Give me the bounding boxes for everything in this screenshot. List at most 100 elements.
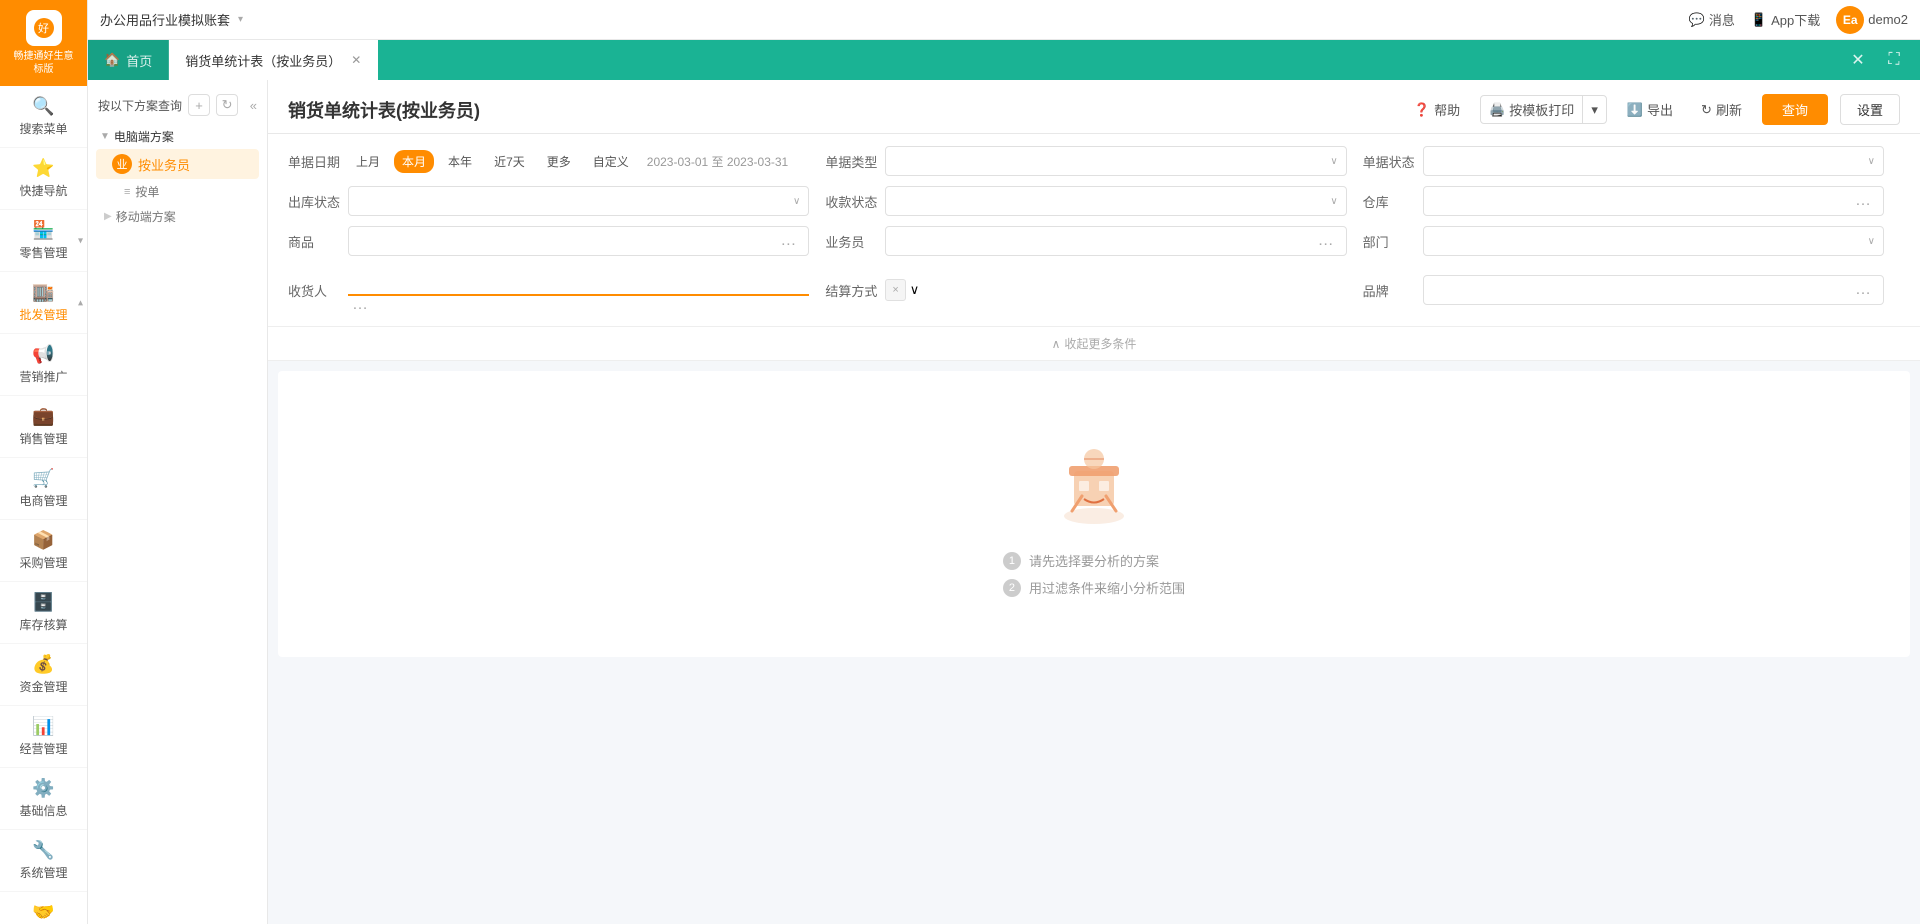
salesperson-label: 业务员 [825, 232, 877, 251]
date-tab-this-year[interactable]: 本年 [440, 150, 480, 173]
warehouse-select[interactable]: … [1423, 186, 1884, 216]
sidebar-item-ecommerce[interactable]: 🛒 电商管理 [0, 458, 87, 520]
message-label: 消息 [1709, 10, 1735, 29]
department-control: ∨ [1423, 226, 1884, 256]
print-btn-group: 🖨️ 按模板打印 ▾ [1480, 95, 1607, 124]
department-arrow: ∨ [1868, 236, 1875, 247]
left-panel: 按以下方案查询 + ↻ « ▼ 电脑端方案 业 按业务员 ≡ 按单 [88, 80, 268, 924]
date-tab-last-month[interactable]: 上月 [348, 150, 388, 173]
date-tab-custom[interactable]: 自定义 [585, 150, 637, 173]
help-btn[interactable]: ❓ 帮助 [1406, 96, 1468, 123]
goods-select[interactable]: … [348, 226, 809, 256]
fullscreen-btn[interactable]: ⛶ [1880, 46, 1908, 74]
goods-label: 商品 [288, 232, 340, 251]
add-scheme-btn[interactable]: + [188, 94, 210, 116]
consignee-label: 收货人 [288, 281, 340, 300]
warehouse-dots[interactable]: … [1851, 192, 1875, 210]
mobile-expand-icon: ▶ [104, 211, 112, 222]
outstatus-arrow: ∨ [793, 196, 800, 207]
chevron-down-icon: ▾ [78, 235, 83, 246]
sidebar-item-label: 搜索菜单 [19, 120, 67, 137]
sidebar-item-label: 电商管理 [19, 492, 67, 509]
salesperson-select[interactable]: … [885, 226, 1346, 256]
consignee-control: … [348, 266, 809, 314]
doctype-select[interactable]: ∨ [885, 146, 1346, 176]
sidebar-item-search[interactable]: 🔍 搜索菜单 [0, 86, 87, 148]
empty-state: 1 请先选择要分析的方案 2 用过滤条件来缩小分析范围 [278, 371, 1910, 657]
brand-select[interactable]: … [1423, 275, 1884, 305]
sidebar-item-marketing[interactable]: 📢 营销推广 [0, 334, 87, 396]
sidebar-item-finance[interactable]: 💰 资金管理 [0, 644, 87, 706]
left-panel-header: 按以下方案查询 + ↻ « [88, 90, 267, 124]
payment-tag-close[interactable]: × [892, 284, 898, 296]
sidebar-item-label: 销售管理 [19, 430, 67, 447]
export-btn[interactable]: ⬇️ 导出 [1619, 96, 1681, 123]
collapse-panel-btn[interactable]: « [250, 98, 257, 113]
filter-cell-brand: 品牌 … [1363, 275, 1900, 305]
query-btn[interactable]: 查询 [1762, 94, 1828, 125]
department-select[interactable]: ∨ [1423, 226, 1884, 256]
paystatus-select[interactable]: ∨ [885, 186, 1346, 216]
refresh-scheme-btn[interactable]: ↻ [216, 94, 238, 116]
expand-icon: ▼ [100, 131, 110, 142]
scheme-tree: ▼ 电脑端方案 业 按业务员 ≡ 按单 ▶ 移动端方案 [88, 124, 267, 229]
date-tab-this-month[interactable]: 本月 [394, 150, 434, 173]
home-icon: 🏠 [104, 52, 120, 68]
sidebar-item-label: 快捷导航 [19, 182, 67, 199]
sidebar-item-purchase[interactable]: 📦 采购管理 [0, 520, 87, 582]
close-all-tabs-btn[interactable]: ✕ [1844, 46, 1872, 74]
desktop-scheme-header[interactable]: ▼ 电脑端方案 [96, 124, 259, 149]
filter-cell-doctype: 单据类型 ∨ [825, 146, 1362, 176]
filter-cell-docstatus: 单据状态 ∨ [1363, 146, 1900, 176]
collapse-more-btn[interactable]: ∧ 收起更多条件 [1052, 335, 1137, 352]
refresh-label: 刷新 [1716, 100, 1742, 119]
phone-icon: 📱 [1751, 12, 1767, 28]
sidebar-item-inventory[interactable]: 🗄️ 库存核算 [0, 582, 87, 644]
payment-control: × ∨ [885, 279, 1346, 301]
date-tab-7days[interactable]: 近7天 [486, 150, 533, 173]
tab-close-icon[interactable]: ✕ [351, 53, 361, 67]
user-menu[interactable]: Ea demo2 [1836, 6, 1908, 34]
print-dropdown-btn[interactable]: ▾ [1583, 98, 1606, 122]
brand-dots[interactable]: … [1851, 281, 1875, 299]
company-dropdown-icon[interactable]: ▾ [238, 14, 243, 25]
page-title: 销货单统计表(按业务员) [288, 97, 480, 123]
sidebar-logo[interactable]: 好 畅捷通好生意 标版 [0, 0, 88, 86]
salesperson-dots[interactable]: … [1314, 232, 1338, 250]
payment-label: 结算方式 [825, 281, 877, 300]
filter-cell-outstatus: 出库状态 ∨ [288, 186, 825, 216]
tabs-right: ✕ ⛶ [1832, 46, 1920, 74]
tab-sales-stat[interactable]: 销货单统计表（按业务员） ✕ [169, 40, 378, 80]
scheme-by-order[interactable]: ≡ 按单 [96, 179, 259, 204]
sidebar-item-label: 采购管理 [19, 554, 67, 571]
sidebar-item-sales[interactable]: 💼 销售管理 [0, 396, 87, 458]
wholesale-icon: 🏬 [32, 282, 54, 303]
message-btn[interactable]: 💬 消息 [1689, 10, 1735, 29]
date-tab-more[interactable]: 更多 [539, 150, 579, 173]
sidebar-item-system[interactable]: 🔧 系统管理 [0, 830, 87, 892]
purchase-icon: 📦 [32, 530, 54, 551]
tab-home[interactable]: 🏠 首页 [88, 40, 169, 80]
company-name: 办公用品行业模拟账套 [100, 10, 230, 29]
mobile-scheme-header[interactable]: ▶ 移动端方案 [96, 204, 259, 229]
print-btn[interactable]: 🖨️ 按模板打印 [1481, 96, 1583, 123]
sidebar-item-label: 营销推广 [19, 368, 67, 385]
consignee-dots[interactable]: … [348, 296, 372, 313]
refresh-btn[interactable]: ↻ 刷新 [1693, 96, 1750, 123]
sidebar-item-wholesale[interactable]: 🏬 批发管理 ▴ [0, 272, 87, 334]
sidebar-item-retail[interactable]: 🏪 零售管理 ▾ [0, 210, 87, 272]
sidebar-item-shortcut[interactable]: ⭐ 快捷导航 [0, 148, 87, 210]
refresh-icon: ↻ [1701, 102, 1712, 118]
content-area: 按以下方案查询 + ↻ « ▼ 电脑端方案 业 按业务员 ≡ 按单 [88, 80, 1920, 924]
consignee-input[interactable] [348, 266, 809, 296]
sidebar-item-operation[interactable]: 📊 经营管理 [0, 706, 87, 768]
settings-btn[interactable]: 设置 [1840, 94, 1900, 125]
sidebar-item-cooperation[interactable]: 🤝 企业协同 [0, 892, 87, 924]
scheme-by-salesperson[interactable]: 业 按业务员 [96, 149, 259, 179]
app-download-btn[interactable]: 📱 App下载 [1751, 10, 1820, 29]
docstatus-select[interactable]: ∨ [1423, 146, 1884, 176]
goods-dots[interactable]: … [776, 232, 800, 250]
filter-row-3: 商品 … 业务员 … [288, 226, 1900, 256]
sidebar-item-basic[interactable]: ⚙️ 基础信息 [0, 768, 87, 830]
outstatus-select[interactable]: ∨ [348, 186, 809, 216]
